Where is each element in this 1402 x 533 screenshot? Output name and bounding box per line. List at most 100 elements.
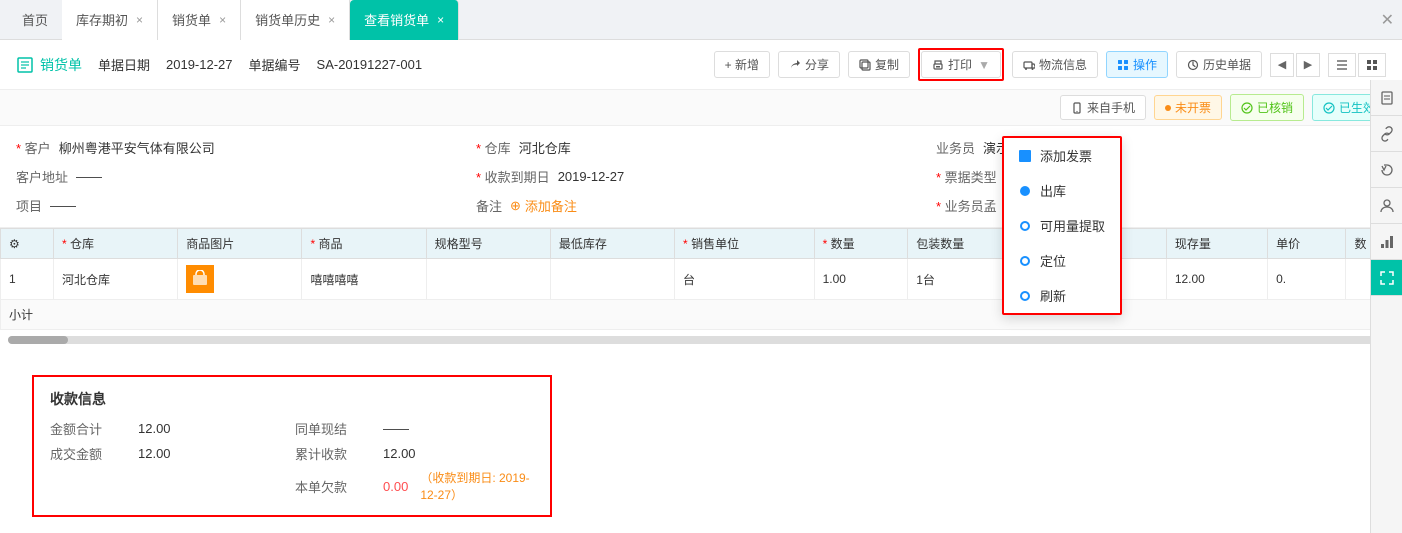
share-icon [789, 59, 801, 71]
print-dropdown-arrow[interactable]: ▼ [978, 58, 990, 72]
doc-date-label: 单据日期 [98, 55, 150, 74]
total-amount-row: 金额合计 12.00 [50, 419, 289, 438]
print-highlight: 打印 ▼ [918, 48, 1004, 81]
add-note-button[interactable]: ⊕ 添加备注 [510, 196, 577, 215]
right-panel-back[interactable] [1371, 152, 1402, 188]
col-product: 商品 [302, 229, 426, 259]
available-qty-item[interactable]: 可用量提取 [1004, 208, 1120, 243]
row-quantity: 1.00 [814, 259, 908, 300]
dot-icon [1165, 105, 1171, 111]
tab-view-sales[interactable]: 查看销货单 × [350, 0, 459, 40]
add-invoice-label: 添加发票 [1040, 146, 1092, 165]
warehouse-out-icon [1018, 184, 1032, 198]
right-panel-expand[interactable] [1371, 260, 1402, 296]
logistics-button[interactable]: 物流信息 [1012, 51, 1098, 78]
tab-sales-history[interactable]: 销货单历史 × [241, 0, 350, 40]
balance-label: 本单欠款 [295, 477, 375, 496]
operation-dropdown: 添加发票 出库 可用量提取 定位 刷新 [1002, 136, 1122, 315]
share-button[interactable]: 分享 [778, 51, 840, 78]
tab-sales-order-close[interactable]: × [219, 13, 226, 27]
row-warehouse: 河北仓库 [54, 259, 178, 300]
col-image: 商品图片 [178, 229, 302, 259]
copy-icon [859, 59, 871, 71]
summary-right: 同单现结 —— 累计收款 12.00 本单欠款 0.00 （收款到期日: 201… [295, 419, 534, 503]
print-button[interactable]: 打印 ▼ [921, 51, 1001, 78]
locate-item[interactable]: 定位 [1004, 243, 1120, 278]
link-icon [1379, 126, 1395, 142]
not-open-badge: 未开票 [1154, 95, 1222, 120]
col-quantity: 数量 [814, 229, 908, 259]
h-scrollbar-track[interactable] [8, 336, 1394, 344]
add-invoice-item[interactable]: 添加发票 [1004, 138, 1120, 173]
prev-record[interactable]: ◀ [1270, 53, 1294, 77]
docs-icon [1379, 90, 1395, 106]
tab-bar: 首页 库存期初 × 销货单 × 销货单历史 × 查看销货单 × ✕ [0, 0, 1402, 40]
right-panel [1370, 80, 1402, 533]
transaction-value: 12.00 [138, 446, 171, 461]
rotate-back-icon [1379, 162, 1395, 178]
history-button[interactable]: 历史单据 [1176, 51, 1262, 78]
list-view-btn[interactable] [1328, 53, 1356, 77]
user-icon [1379, 198, 1395, 214]
tab-sales-history-label: 销货单历史 [255, 10, 320, 29]
row-spec [426, 259, 550, 300]
operation-icon [1117, 59, 1129, 71]
summary-section: 收款信息 金额合计 12.00 成交金额 12.00 [32, 375, 552, 517]
balance-note: （收款到期日: 2019-12-27） [420, 469, 534, 503]
tab-home[interactable]: 首页 [8, 0, 62, 40]
doc-title: 销货单 [16, 55, 82, 75]
operation-label: 操作 [1133, 56, 1157, 73]
col-price: 单价 [1268, 229, 1346, 259]
total-amount-value: 12.00 [138, 421, 171, 436]
refresh-item[interactable]: 刷新 [1004, 278, 1120, 313]
doc-meta: 单据日期 2019-12-27 单据编号 SA-20191227-001 [98, 55, 422, 74]
h-scrollbar-thumb[interactable] [8, 336, 68, 344]
new-button[interactable]: + 新增 [714, 51, 770, 78]
same-order-row: 同单现结 —— [295, 419, 534, 438]
subtotal-cell: 小计 [1, 300, 1402, 330]
col-unit: 销售单位 [675, 229, 815, 259]
doc-header: 销货单 单据日期 2019-12-27 单据编号 SA-20191227-001… [0, 40, 1402, 90]
same-order-value: —— [383, 421, 409, 436]
tab-view-sales-close[interactable]: × [437, 13, 444, 27]
payment-date-value: 2019-12-27 [558, 169, 625, 184]
row-index: 1 [1, 259, 54, 300]
doc-actions: + 新增 分享 复制 打印 ▼ [714, 48, 1386, 81]
grid-view-btn[interactable] [1358, 53, 1386, 77]
tab-sales-history-close[interactable]: × [328, 13, 335, 27]
same-order-label: 同单现结 [295, 419, 375, 438]
app-close-button[interactable]: ✕ [1381, 10, 1394, 30]
warehouse-out-item[interactable]: 出库 [1004, 173, 1120, 208]
logistics-label: 物流信息 [1039, 56, 1087, 73]
right-panel-docs[interactable] [1371, 80, 1402, 116]
grid-view-icon [1365, 58, 1379, 72]
from-phone-btn[interactable]: 来自手机 [1060, 95, 1146, 120]
copy-button[interactable]: 复制 [848, 51, 910, 78]
posted-btn[interactable]: 已核销 [1230, 94, 1304, 121]
tab-inventory-init[interactable]: 库存期初 × [62, 0, 158, 40]
ticket-type-label: 票据类型 [936, 167, 997, 186]
add-note-label: 添加备注 [525, 196, 577, 215]
tab-sales-order[interactable]: 销货单 × [158, 0, 241, 40]
address-label: 客户地址 [16, 167, 68, 186]
payment-date-label: 收款到期日 [476, 167, 550, 186]
summary-title: 收款信息 [50, 389, 534, 409]
view-buttons [1328, 53, 1386, 77]
tab-inventory-init-close[interactable]: × [136, 13, 143, 27]
row-min-stock [550, 259, 674, 300]
row-product: 嘻嘻嘻嘻 [302, 259, 426, 300]
effective-check-icon [1323, 102, 1335, 114]
share-label: 分享 [805, 56, 829, 73]
row-price: 0. [1268, 259, 1346, 300]
settings-icon[interactable]: ⚙ [9, 237, 20, 251]
logistics-icon [1023, 59, 1035, 71]
right-panel-link[interactable] [1371, 116, 1402, 152]
right-panel-chart[interactable] [1371, 224, 1402, 260]
right-panel-user[interactable] [1371, 188, 1402, 224]
phone-icon [1071, 102, 1083, 114]
table-row: 1 河北仓库 嘻嘻嘻嘻 台 1.00 1台 [1, 259, 1402, 300]
next-record[interactable]: ▶ [1296, 53, 1320, 77]
operation-button[interactable]: 操作 [1106, 51, 1168, 78]
tab-inventory-init-label: 库存期初 [76, 10, 128, 29]
from-phone-label: 来自手机 [1087, 99, 1135, 116]
